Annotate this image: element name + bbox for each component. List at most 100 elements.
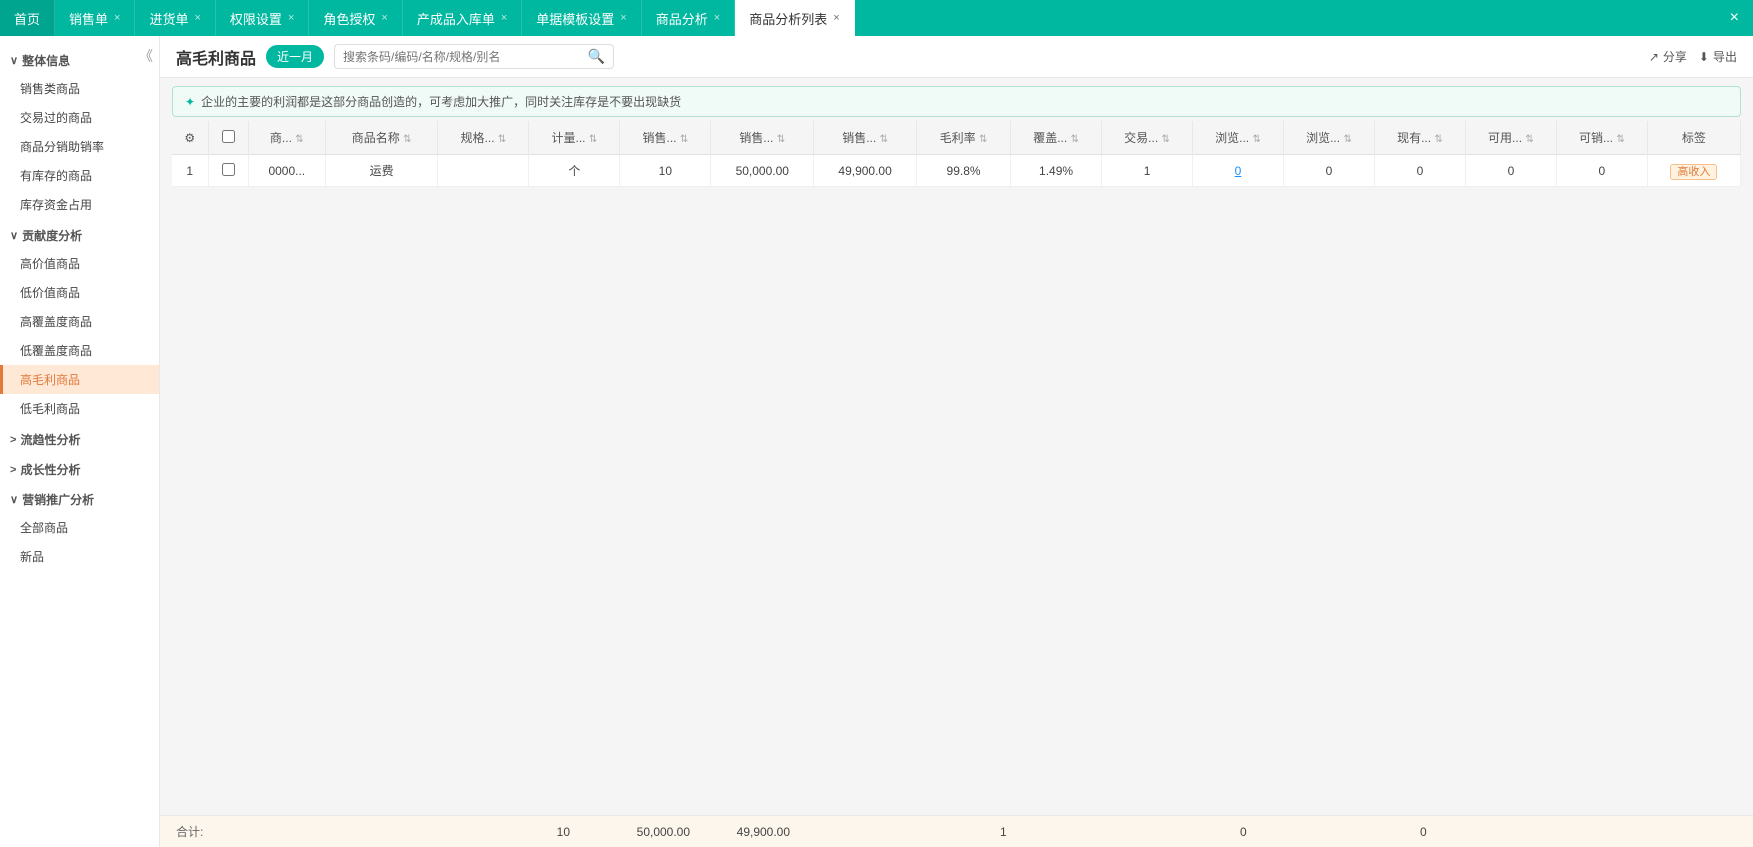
share-button[interactable]: ↗ 分享 (1649, 48, 1687, 65)
product-code: 0000... (248, 155, 325, 187)
sort-icon: ⇅ (295, 134, 303, 145)
footer-saleable: 0 (1383, 825, 1463, 839)
export-button[interactable]: ⬇ 导出 (1699, 48, 1737, 65)
available: 0 (1465, 155, 1556, 187)
sidebar-item-有库存的商品[interactable]: 有库存的商品 (0, 161, 159, 190)
column-header-销售...[interactable]: 销售... ⇅ (620, 121, 711, 155)
sidebar-item-低毛利商品[interactable]: 低毛利商品 (0, 394, 159, 423)
nav-item-首页[interactable]: 首页 (0, 0, 55, 36)
sidebar-item-交易过的商品[interactable]: 交易过的商品 (0, 103, 159, 132)
nav-close-icon[interactable]: × (288, 12, 294, 24)
column-header-规格...[interactable]: 规格... ⇅ (438, 121, 529, 155)
sidebar-group-流趋性分析[interactable]: >流趋性分析 (0, 423, 159, 453)
saleable: 0 (1556, 155, 1647, 187)
column-header-浏览...[interactable]: 浏览... ⇅ (1283, 121, 1374, 155)
sales-amount: 50,000.00 (711, 155, 814, 187)
coverage: 1.49% (1011, 155, 1102, 187)
column-header-可用...[interactable]: 可用... ⇅ (1465, 121, 1556, 155)
group-arrow-icon: ∨ (10, 229, 18, 242)
search-input[interactable] (343, 50, 588, 64)
nav-item-产成品入库单[interactable]: 产成品入库单× (403, 0, 522, 36)
column-header-浏览...[interactable]: 浏览... ⇅ (1193, 121, 1284, 155)
footer-sales-profit: 49,900.00 (723, 825, 803, 839)
window-close-button[interactable]: × (1716, 0, 1753, 36)
column-header- (208, 121, 248, 155)
views1-link[interactable]: 0 (1235, 164, 1242, 178)
product-unit: 个 (529, 155, 620, 187)
info-banner: ✦ 企业的主要的利润都是这部分商品创造的，可考虑加大推广，同时关注库存是不要出现… (172, 86, 1741, 117)
sidebar-group-贡献度分析[interactable]: ∨贡献度分析 (0, 219, 159, 249)
sidebar-item-全部商品[interactable]: 全部商品 (0, 513, 159, 542)
footer-current-stock: 0 (1203, 825, 1283, 839)
search-icon[interactable]: 🔍 (588, 48, 605, 65)
nav-item-商品分析列表[interactable]: 商品分析列表× (735, 0, 854, 36)
group-arrow-icon: ∨ (10, 493, 18, 506)
sort-icon: ⇅ (1434, 134, 1442, 145)
sort-icon: ⇅ (1616, 134, 1624, 145)
sidebar-item-新品[interactable]: 新品 (0, 542, 159, 571)
nav-item-商品分析[interactable]: 商品分析× (642, 0, 735, 36)
nav-item-单据模板设置[interactable]: 单据模板设置× (522, 0, 641, 36)
select-all-checkbox[interactable] (222, 130, 235, 143)
main-layout: 《 ∨整体信息销售类商品交易过的商品商品分销助销率有库存的商品库存资金占用∨贡献… (0, 36, 1753, 847)
nav-item-权限设置[interactable]: 权限设置× (216, 0, 309, 36)
column-header-销售...[interactable]: 销售... ⇅ (814, 121, 917, 155)
column-header-商...[interactable]: 商... ⇅ (248, 121, 325, 155)
filter-recent-month-button[interactable]: 近一月 (266, 45, 324, 68)
column-header-标签: 标签 (1647, 121, 1740, 155)
sidebar-item-高毛利商品[interactable]: 高毛利商品 (0, 365, 159, 394)
info-icon: ✦ (185, 95, 195, 109)
nav-item-销售单[interactable]: 销售单× (55, 0, 135, 36)
content-area: 高毛利商品 近一月 🔍 ↗ 分享 ⬇ 导出 ✦ 企业的主要的利润都是这部分商品创… (160, 36, 1753, 847)
sidebar-group-营销推广分析[interactable]: ∨营销推广分析 (0, 483, 159, 513)
data-table: ⚙商... ⇅商品名称 ⇅规格... ⇅计量... ⇅销售... ⇅销售... … (172, 121, 1741, 187)
nav-close-icon[interactable]: × (381, 12, 387, 24)
product-name: 运费 (325, 155, 438, 187)
sidebar: 《 ∨整体信息销售类商品交易过的商品商品分销助销率有库存的商品库存资金占用∨贡献… (0, 36, 160, 847)
column-header-销售...[interactable]: 销售... ⇅ (711, 121, 814, 155)
column-header-覆盖...[interactable]: 覆盖... ⇅ (1011, 121, 1102, 155)
nav-close-icon[interactable]: × (833, 12, 839, 24)
nav-item-进货单[interactable]: 进货单× (135, 0, 215, 36)
sidebar-item-低覆盖度商品[interactable]: 低覆盖度商品 (0, 336, 159, 365)
sidebar-item-高价值商品[interactable]: 高价值商品 (0, 249, 159, 278)
nav-close-icon[interactable]: × (714, 12, 720, 24)
gross-margin: 99.8% (917, 155, 1011, 187)
views1: 0 (1193, 155, 1284, 187)
group-arrow-icon: > (10, 434, 16, 446)
export-icon: ⬇ (1699, 50, 1709, 64)
row-checkbox[interactable] (222, 163, 235, 176)
nav-close-icon[interactable]: × (114, 12, 120, 24)
sidebar-item-低价值商品[interactable]: 低价值商品 (0, 278, 159, 307)
column-header-计量...[interactable]: 计量... ⇅ (529, 121, 620, 155)
sidebar-item-库存资金占用[interactable]: 库存资金占用 (0, 190, 159, 219)
footer-label: 合计: (176, 823, 203, 840)
sidebar-collapse-button[interactable]: 《 (139, 46, 153, 66)
sidebar-item-商品分销助销率[interactable]: 商品分销助销率 (0, 132, 159, 161)
sidebar-item-销售类商品[interactable]: 销售类商品 (0, 74, 159, 103)
sidebar-group-成长性分析[interactable]: >成长性分析 (0, 453, 159, 483)
nav-close-icon[interactable]: × (501, 12, 507, 24)
sidebar-item-高覆盖度商品[interactable]: 高覆盖度商品 (0, 307, 159, 336)
sort-icon: ⇅ (403, 134, 411, 145)
nav-close-icon[interactable]: × (620, 12, 626, 24)
sort-icon: ⇅ (1252, 134, 1260, 145)
header-actions: ↗ 分享 ⬇ 导出 (1649, 48, 1737, 65)
column-header-交易...[interactable]: 交易... ⇅ (1102, 121, 1193, 155)
sidebar-group-整体信息[interactable]: ∨整体信息 (0, 44, 159, 74)
sales-profit: 49,900.00 (814, 155, 917, 187)
column-header-现有...[interactable]: 现有... ⇅ (1374, 121, 1465, 155)
content-header: 高毛利商品 近一月 🔍 ↗ 分享 ⬇ 导出 (160, 36, 1753, 78)
nav-item-角色授权[interactable]: 角色授权× (309, 0, 402, 36)
views2: 0 (1283, 155, 1374, 187)
column-header-商品名称[interactable]: 商品名称 ⇅ (325, 121, 438, 155)
footer-sales-amount: 50,000.00 (623, 825, 703, 839)
product-spec (438, 155, 529, 187)
nav-close-icon[interactable]: × (194, 12, 200, 24)
column-header-毛利率[interactable]: 毛利率 ⇅ (917, 121, 1011, 155)
sales-qty: 10 (620, 155, 711, 187)
sort-icon: ⇅ (880, 134, 888, 145)
column-header-可销...[interactable]: 可销... ⇅ (1556, 121, 1647, 155)
top-navigation: 首页销售单×进货单×权限设置×角色授权×产成品入库单×单据模板设置×商品分析×商… (0, 0, 1753, 36)
sort-icon: ⇅ (680, 134, 688, 145)
